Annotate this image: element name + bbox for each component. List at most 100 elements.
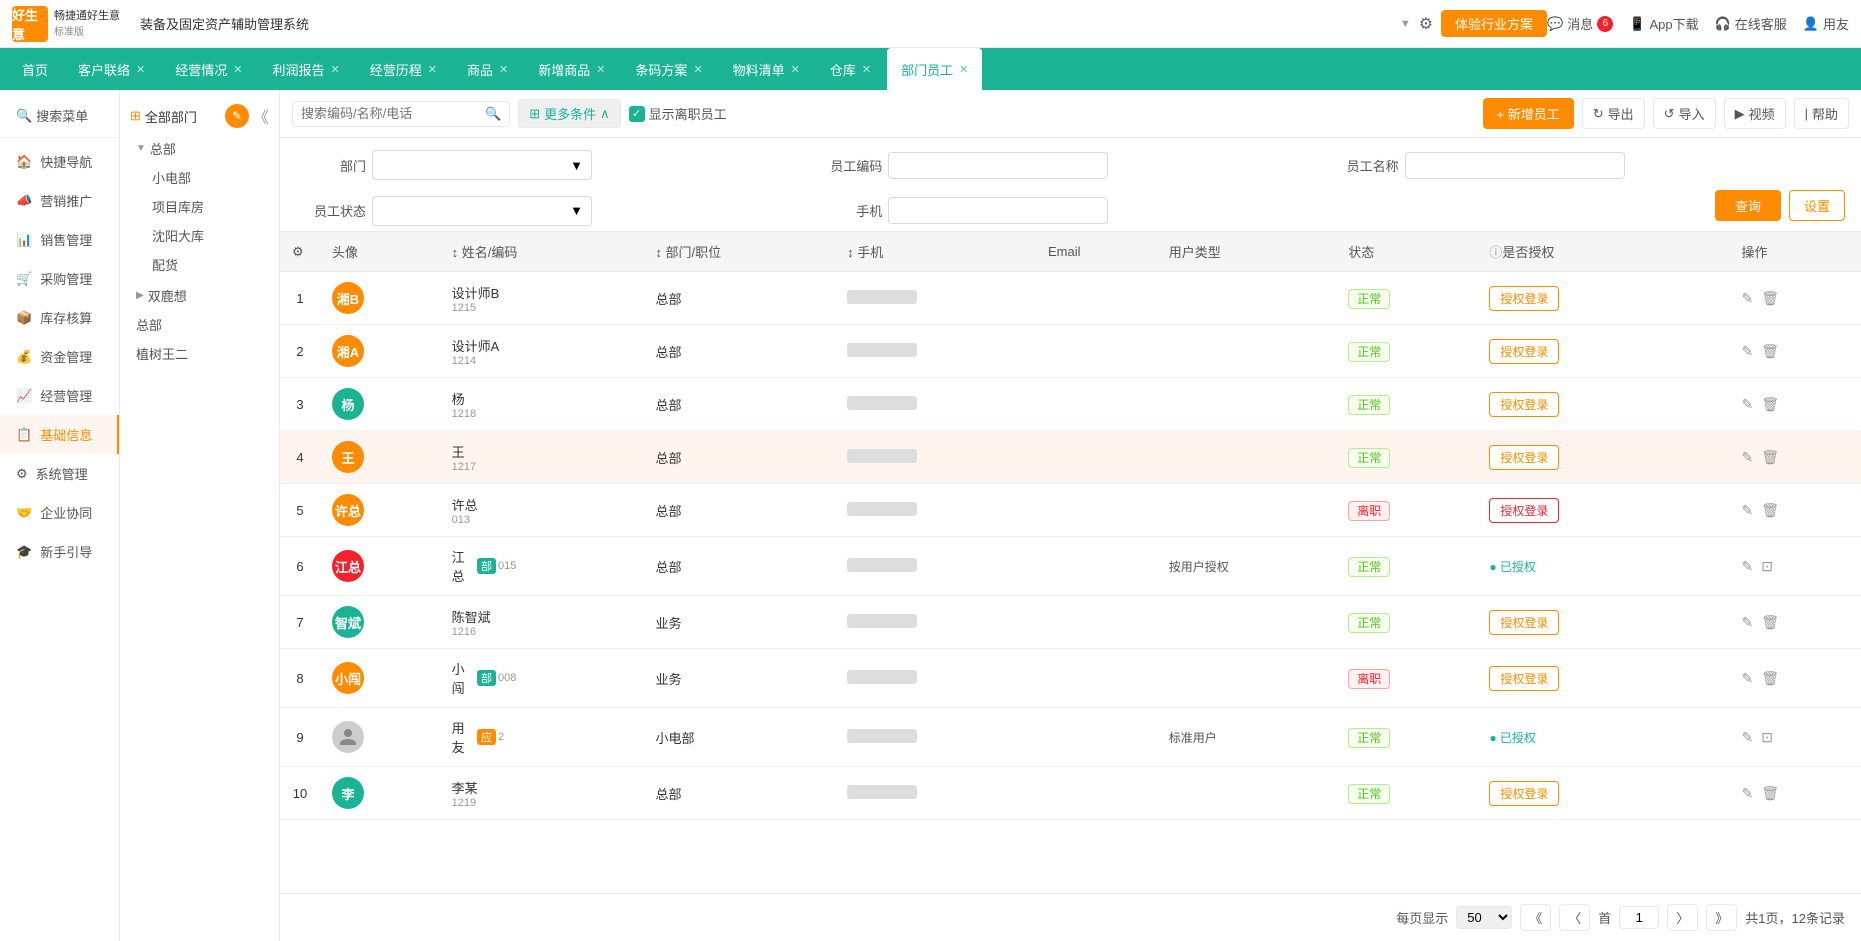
view-button[interactable]: ▶ 视频	[1724, 98, 1786, 129]
page-number-input[interactable]	[1619, 906, 1659, 929]
edit-button[interactable]: ✎	[1741, 502, 1753, 519]
setting-button[interactable]: 设置	[1789, 190, 1845, 221]
auth-login-button[interactable]: 授权登录	[1489, 610, 1559, 635]
help-button[interactable]: | 帮助	[1794, 98, 1849, 129]
close-icon[interactable]: ✕	[791, 63, 800, 76]
sidebar-item-system[interactable]: ⚙ 系统管理	[0, 454, 119, 493]
sidebar-item-collab[interactable]: 🤝 企业协同	[0, 493, 119, 532]
auth-login-button[interactable]: 授权登录	[1489, 666, 1559, 691]
tab-bom[interactable]: 物料清单 ✕	[719, 48, 814, 90]
dept-node-shenyang[interactable]: 沈阳大库	[144, 221, 271, 250]
delete-button[interactable]: ⊡	[1761, 558, 1773, 575]
more-conditions-button[interactable]: ⊞ 更多条件 ∧	[518, 99, 620, 128]
delete-button[interactable]: 🗑	[1761, 614, 1779, 631]
tab-history[interactable]: 经营历程 ✕	[356, 48, 451, 90]
auth-login-button[interactable]: 授权登录	[1489, 286, 1559, 311]
delete-button[interactable]: 🗑	[1761, 785, 1779, 802]
delete-button[interactable]: 🗑	[1761, 502, 1779, 519]
edit-button[interactable]: ✎	[1741, 396, 1753, 413]
app-download-button[interactable]: 📱 App下载	[1629, 14, 1698, 33]
online-service-button[interactable]: 🎧 在线客服	[1715, 14, 1787, 33]
dept-collapse-button[interactable]: 《	[253, 104, 269, 128]
tab-home[interactable]: 首页	[8, 48, 62, 90]
sidebar-item-operations[interactable]: 📈 经营管理	[0, 376, 119, 415]
delete-button[interactable]: 🗑	[1761, 343, 1779, 360]
close-icon[interactable]: ✕	[233, 63, 242, 76]
last-page-button[interactable]: 》	[1706, 904, 1737, 931]
dept-all-label[interactable]: ⊞ 全部部门	[130, 107, 197, 126]
close-icon[interactable]: ✕	[596, 63, 605, 76]
auth-login-button[interactable]: 授权登录	[1489, 498, 1559, 523]
dept-select[interactable]: ▼	[372, 150, 592, 180]
dept-node-xiaodibu[interactable]: 小电部	[144, 163, 271, 192]
edit-button[interactable]: ✎	[1741, 614, 1753, 631]
delete-button[interactable]: ⊡	[1761, 729, 1773, 746]
sidebar-item-finance[interactable]: 💰 资金管理	[0, 337, 119, 376]
col-name[interactable]: ↕ 姓名/编码	[440, 232, 644, 272]
tab-department[interactable]: 部门员工 ✕	[887, 48, 982, 90]
tab-operation[interactable]: 经营情况 ✕	[161, 48, 256, 90]
close-icon[interactable]: ✕	[693, 63, 702, 76]
edit-button[interactable]: ✎	[1741, 558, 1753, 575]
emp-name-input[interactable]	[1405, 152, 1625, 179]
tab-customer[interactable]: 客户联络 ✕	[64, 48, 159, 90]
experience-button[interactable]: 体验行业方案	[1441, 10, 1547, 37]
close-icon[interactable]: ✕	[428, 63, 437, 76]
message-button[interactable]: 💬 消息 6	[1547, 14, 1613, 33]
sidebar-item-guide[interactable]: 🎓 新手引导	[0, 532, 119, 571]
tab-goods[interactable]: 商品 ✕	[453, 48, 522, 90]
sidebar-item-basic[interactable]: 📋 基础信息	[0, 415, 119, 454]
dept-node-xiangmukufang[interactable]: 项目库房	[144, 192, 271, 221]
prev-page-button[interactable]: 〈	[1559, 904, 1590, 931]
col-settings[interactable]: ⚙	[280, 232, 320, 272]
auth-login-button[interactable]: 授权登录	[1489, 339, 1559, 364]
emp-status-select[interactable]: ▼	[372, 196, 592, 226]
close-icon[interactable]: ✕	[331, 63, 340, 76]
edit-button[interactable]: ✎	[1741, 785, 1753, 802]
tab-profit[interactable]: 利润报告 ✕	[258, 48, 353, 90]
search-menu-item[interactable]: 🔍 搜索菜单	[0, 98, 119, 133]
first-page-button[interactable]: 《	[1520, 904, 1551, 931]
close-icon[interactable]: ✕	[499, 63, 508, 76]
next-page-button[interactable]: 〉	[1667, 904, 1698, 931]
export-button[interactable]: ↻ 导出	[1582, 98, 1645, 129]
delete-button[interactable]: 🗑	[1761, 449, 1779, 466]
edit-button[interactable]: ✎	[1741, 449, 1753, 466]
edit-button[interactable]: ✎	[1741, 343, 1753, 360]
phone-input[interactable]	[888, 197, 1108, 224]
import-button[interactable]: ↺ 导入	[1653, 98, 1716, 129]
dept-node-zongbu[interactable]: ▼ 总部	[128, 134, 271, 163]
search-icon[interactable]: 🔍	[485, 106, 501, 122]
sidebar-item-inventory[interactable]: 📦 库存核算	[0, 298, 119, 337]
tab-new-goods[interactable]: 新增商品 ✕	[524, 48, 619, 90]
dept-node-zhishuwang[interactable]: 植树王二	[128, 339, 271, 368]
delete-button[interactable]: 🗑	[1761, 670, 1779, 687]
user-avatar[interactable]: 👤 用友	[1803, 14, 1849, 33]
sidebar-item-marketing[interactable]: 📣 营销推广	[0, 181, 119, 220]
search-input[interactable]	[301, 106, 481, 121]
tab-barcode[interactable]: 条码方案 ✕	[621, 48, 716, 90]
dept-node-peihuo[interactable]: 配货	[144, 250, 271, 279]
col-dept[interactable]: ↕ 部门/职位	[643, 232, 835, 272]
sidebar-item-purchase[interactable]: 🛒 采购管理	[0, 259, 119, 298]
delete-button[interactable]: 🗑	[1761, 396, 1779, 413]
sidebar-item-sales[interactable]: 📊 销售管理	[0, 220, 119, 259]
edit-button[interactable]: ✎	[1741, 670, 1753, 687]
close-icon[interactable]: ✕	[959, 63, 968, 76]
dept-node-shuangluxiang[interactable]: ▶ 双鹿想	[128, 281, 271, 310]
query-button[interactable]: 查询	[1715, 190, 1781, 221]
dept-edit-button[interactable]: ✎	[225, 104, 249, 128]
emp-code-input[interactable]	[888, 152, 1108, 179]
close-icon[interactable]: ✕	[136, 63, 145, 76]
auth-login-button[interactable]: 授权登录	[1489, 392, 1559, 417]
gear-button[interactable]: ⚙	[1419, 14, 1433, 34]
auth-login-button[interactable]: 授权登录	[1489, 445, 1559, 470]
sys-dropdown-arrow[interactable]: ▼	[1400, 18, 1411, 30]
edit-button[interactable]: ✎	[1741, 290, 1753, 307]
show-resigned-toggle[interactable]: ✓ 显示离职员工	[629, 104, 727, 123]
sidebar-item-quicknav[interactable]: 🏠 快捷导航	[0, 142, 119, 181]
dept-node-zongbu2[interactable]: 总部	[128, 310, 271, 339]
col-phone[interactable]: ↕ 手机	[835, 232, 1036, 272]
settings-icon[interactable]: ⚙	[292, 244, 304, 259]
tab-warehouse[interactable]: 仓库 ✕	[816, 48, 885, 90]
